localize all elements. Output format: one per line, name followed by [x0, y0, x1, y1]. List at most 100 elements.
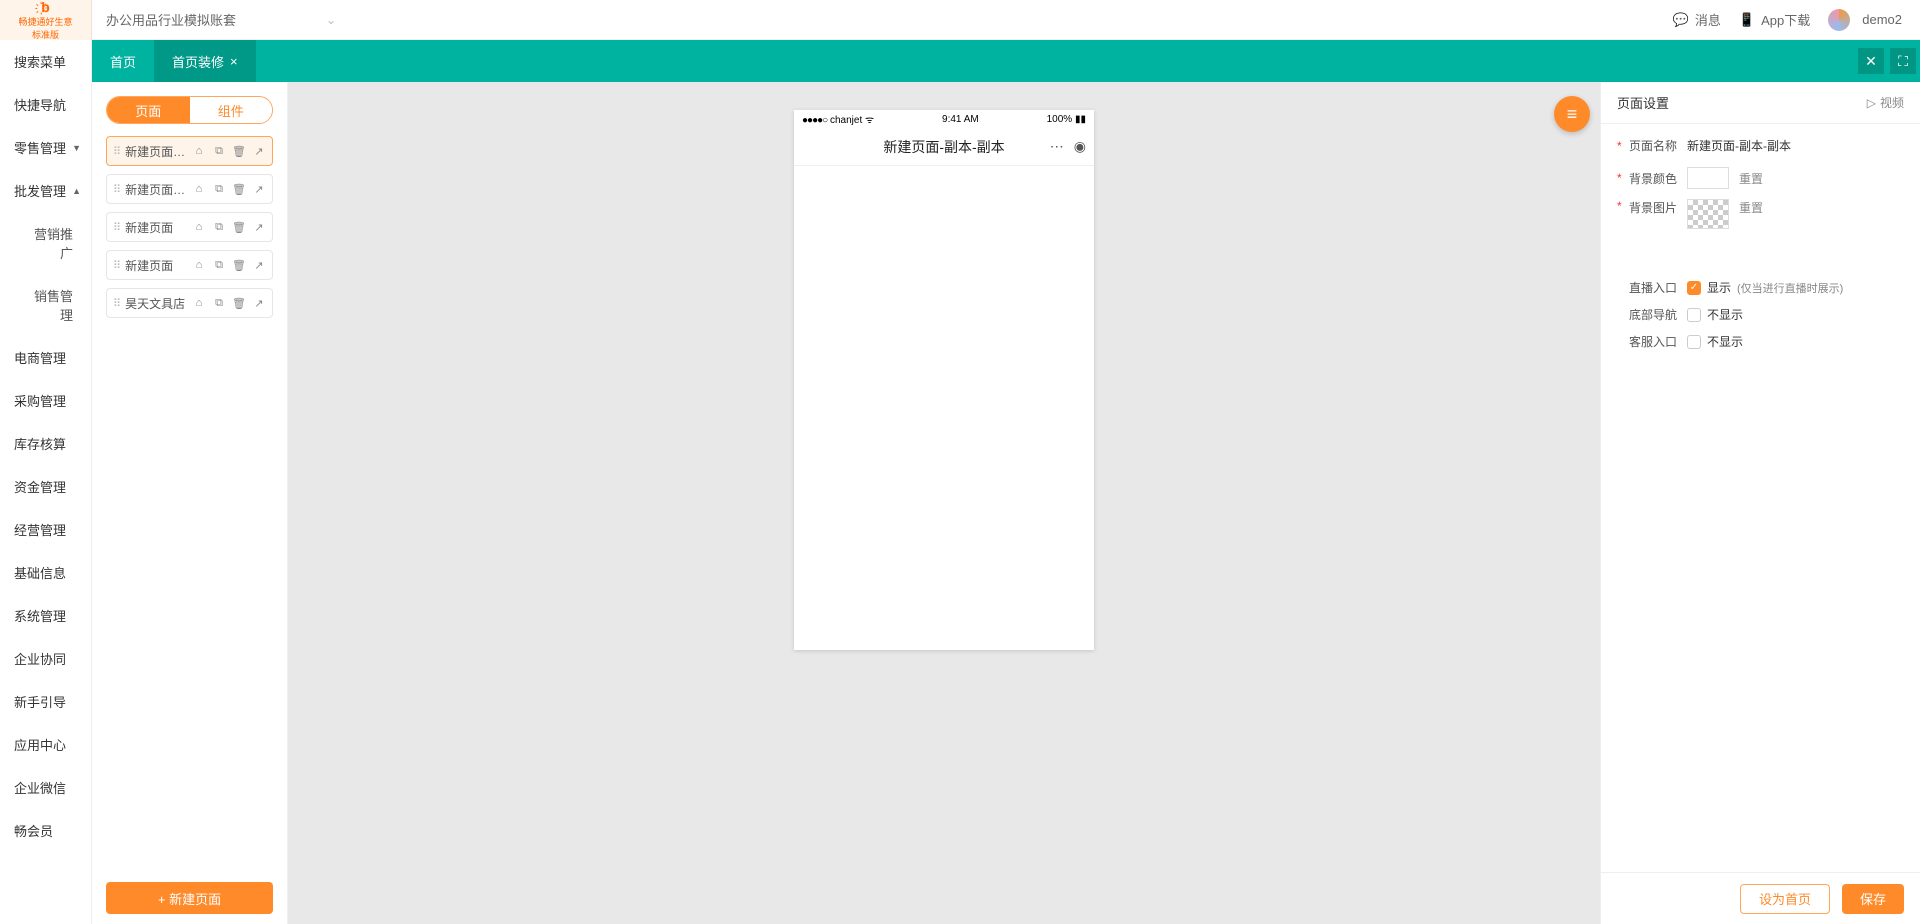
- home-icon[interactable]: ⌂: [192, 145, 206, 157]
- leftnav-item-label: 畅会员: [14, 821, 53, 840]
- video-help-link[interactable]: ▷ 视频: [1867, 94, 1904, 111]
- leftnav-item-12[interactable]: 系统管理: [0, 594, 91, 637]
- tab-label: 首页: [110, 52, 136, 71]
- set-home-button[interactable]: 设为首页: [1740, 884, 1830, 914]
- user-menu[interactable]: demo2: [1828, 9, 1902, 31]
- copy-icon[interactable]: ⧉: [212, 183, 226, 196]
- workspace: 页面 组件 ⠿新建页面-副本-...⌂⧉🗑↗⠿新建页面-副本⌂⧉🗑↗⠿新建页面⌂…: [92, 82, 1920, 924]
- tab-0[interactable]: 首页: [92, 40, 154, 82]
- leftnav-item-2[interactable]: 零售管理▼: [0, 126, 91, 169]
- home-icon[interactable]: ⌂: [192, 297, 206, 309]
- leftnav-item-5[interactable]: 销售管理: [0, 274, 91, 336]
- settings-header: 页面设置 ▷ 视频: [1601, 82, 1920, 124]
- leftnav-item-label: 资金管理: [14, 477, 66, 496]
- bg-color-swatch[interactable]: [1687, 167, 1729, 189]
- open-icon[interactable]: ↗: [252, 259, 266, 272]
- account-set-selector[interactable]: 办公用品行业模拟账套 ⌄: [106, 10, 336, 29]
- delete-icon[interactable]: 🗑: [232, 221, 246, 234]
- bottom-nav-checkbox[interactable]: [1687, 308, 1701, 322]
- account-set-name: 办公用品行业模拟账套: [106, 10, 236, 29]
- save-button[interactable]: 保存: [1842, 884, 1904, 914]
- open-icon[interactable]: ↗: [252, 221, 266, 234]
- wifi-icon: ᯤ: [865, 115, 874, 126]
- leftnav-item-14[interactable]: 新手引导: [0, 680, 91, 723]
- leftnav-item-6[interactable]: 电商管理: [0, 336, 91, 379]
- bg-image-reset-link[interactable]: 重置: [1739, 199, 1763, 216]
- service-entry-row: 客服入口 不显示: [1601, 323, 1920, 350]
- phone-icon: 📱: [1739, 12, 1755, 28]
- toggle-page-tab[interactable]: 页面: [107, 97, 190, 123]
- phone-target-icon[interactable]: ◉: [1074, 138, 1086, 155]
- message-icon: 💬: [1673, 12, 1689, 28]
- service-entry-not-show: 不显示: [1707, 333, 1743, 350]
- page-row[interactable]: ⠿ 新建页面 ⌂ ⧉ 🗑 ↗: [106, 250, 273, 280]
- page-row[interactable]: ⠿新建页面-副本⌂⧉🗑↗: [106, 174, 273, 204]
- leftnav-item-4[interactable]: 营销推广: [0, 212, 91, 274]
- delete-icon[interactable]: 🗑: [232, 297, 246, 310]
- close-all-tabs-button[interactable]: ✕: [1858, 48, 1884, 74]
- phone-more-icon[interactable]: ⋯: [1050, 138, 1064, 155]
- leftnav-item-10[interactable]: 经营管理: [0, 508, 91, 551]
- logo-icon: ҉b: [41, 0, 50, 15]
- bg-color-row: * 背景颜色 重置: [1601, 157, 1920, 189]
- open-icon[interactable]: ↗: [252, 183, 266, 196]
- leftnav-item-17[interactable]: 畅会员: [0, 809, 91, 852]
- bg-color-reset-link[interactable]: 重置: [1739, 170, 1763, 187]
- page-row[interactable]: ⠿ 新建页面-副本-... ⌂ ⧉ 🗑 ↗: [106, 136, 273, 166]
- page-row[interactable]: ⠿新建页面⌂⧉🗑↗: [106, 212, 273, 242]
- drag-handle-icon[interactable]: ⠿: [113, 183, 119, 196]
- copy-icon[interactable]: ⧉: [212, 259, 226, 272]
- copy-icon[interactable]: ⧉: [212, 221, 226, 234]
- leftnav-item-16[interactable]: 企业微信: [0, 766, 91, 809]
- copy-icon[interactable]: ⧉: [212, 297, 226, 310]
- tab-close-icon[interactable]: ×: [230, 54, 238, 69]
- drag-handle-icon[interactable]: ⠿: [113, 259, 119, 272]
- leftnav-item-7[interactable]: 采购管理: [0, 379, 91, 422]
- components-fab[interactable]: ≡: [1554, 96, 1590, 132]
- service-entry-checkbox[interactable]: [1687, 335, 1701, 349]
- home-icon[interactable]: ⌂: [192, 259, 206, 271]
- brand-title: 畅捷通好生意: [18, 15, 72, 28]
- leftnav-item-3[interactable]: 批发管理▲: [0, 169, 91, 212]
- main-area: 搜索菜单快捷导航零售管理▼批发管理▲营销推广销售管理电商管理采购管理库存核算资金…: [0, 40, 1920, 924]
- bg-image-label: 背景图片: [1629, 199, 1687, 216]
- leftnav-item-label: 批发管理: [14, 181, 66, 200]
- delete-icon[interactable]: 🗑: [232, 183, 246, 196]
- drag-handle-icon[interactable]: ⠿: [113, 221, 119, 234]
- drag-handle-icon[interactable]: ⠿: [113, 297, 119, 310]
- messages-button[interactable]: 💬 消息: [1673, 10, 1721, 29]
- fullscreen-button[interactable]: ⛶: [1890, 48, 1916, 74]
- toggle-component-tab[interactable]: 组件: [190, 97, 273, 123]
- leftnav-item-8[interactable]: 库存核算: [0, 422, 91, 465]
- page-name-row: * 页面名称: [1601, 124, 1920, 157]
- chevron-down-icon: ⌄: [326, 13, 336, 27]
- page-row-name: 新建页面-副本-...: [125, 143, 186, 160]
- bg-image-swatch[interactable]: [1687, 199, 1729, 229]
- settings-footer: 设为首页 保存: [1601, 872, 1920, 924]
- page-row-name: 新建页面: [125, 257, 186, 274]
- page-name-input[interactable]: [1687, 134, 1904, 157]
- new-page-button[interactable]: + 新建页面: [106, 882, 273, 914]
- leftnav-item-9[interactable]: 资金管理: [0, 465, 91, 508]
- drag-handle-icon[interactable]: ⠿: [113, 145, 119, 158]
- copy-icon[interactable]: ⧉: [212, 145, 226, 158]
- leftnav-item-0[interactable]: 搜索菜单: [0, 40, 91, 83]
- phone-preview: ●●●●○ chanjet ᯤ 9:41 AM 100% ▮▮ 新建页面-副本-…: [794, 110, 1094, 650]
- open-icon[interactable]: ↗: [252, 297, 266, 310]
- app-download-button[interactable]: 📱 App下载: [1739, 10, 1810, 29]
- open-icon[interactable]: ↗: [252, 145, 266, 158]
- tabstrip-right-controls: ✕ ⛶: [1858, 48, 1920, 74]
- leftnav-item-1[interactable]: 快捷导航: [0, 83, 91, 126]
- delete-icon[interactable]: 🗑: [232, 145, 246, 158]
- leftnav-item-11[interactable]: 基础信息: [0, 551, 91, 594]
- tab-1[interactable]: 首页装修×: [154, 40, 256, 82]
- leftnav-item-label: 销售管理: [24, 286, 73, 324]
- delete-icon[interactable]: 🗑: [232, 259, 246, 272]
- leftnav-item-label: 采购管理: [14, 391, 66, 410]
- leftnav-item-13[interactable]: 企业协同: [0, 637, 91, 680]
- leftnav-item-15[interactable]: 应用中心: [0, 723, 91, 766]
- home-icon[interactable]: ⌂: [192, 183, 206, 195]
- home-icon[interactable]: ⌂: [192, 221, 206, 233]
- page-row[interactable]: ⠿昊天文具店⌂⧉🗑↗: [106, 288, 273, 318]
- live-entry-checkbox[interactable]: ✓: [1687, 281, 1701, 295]
